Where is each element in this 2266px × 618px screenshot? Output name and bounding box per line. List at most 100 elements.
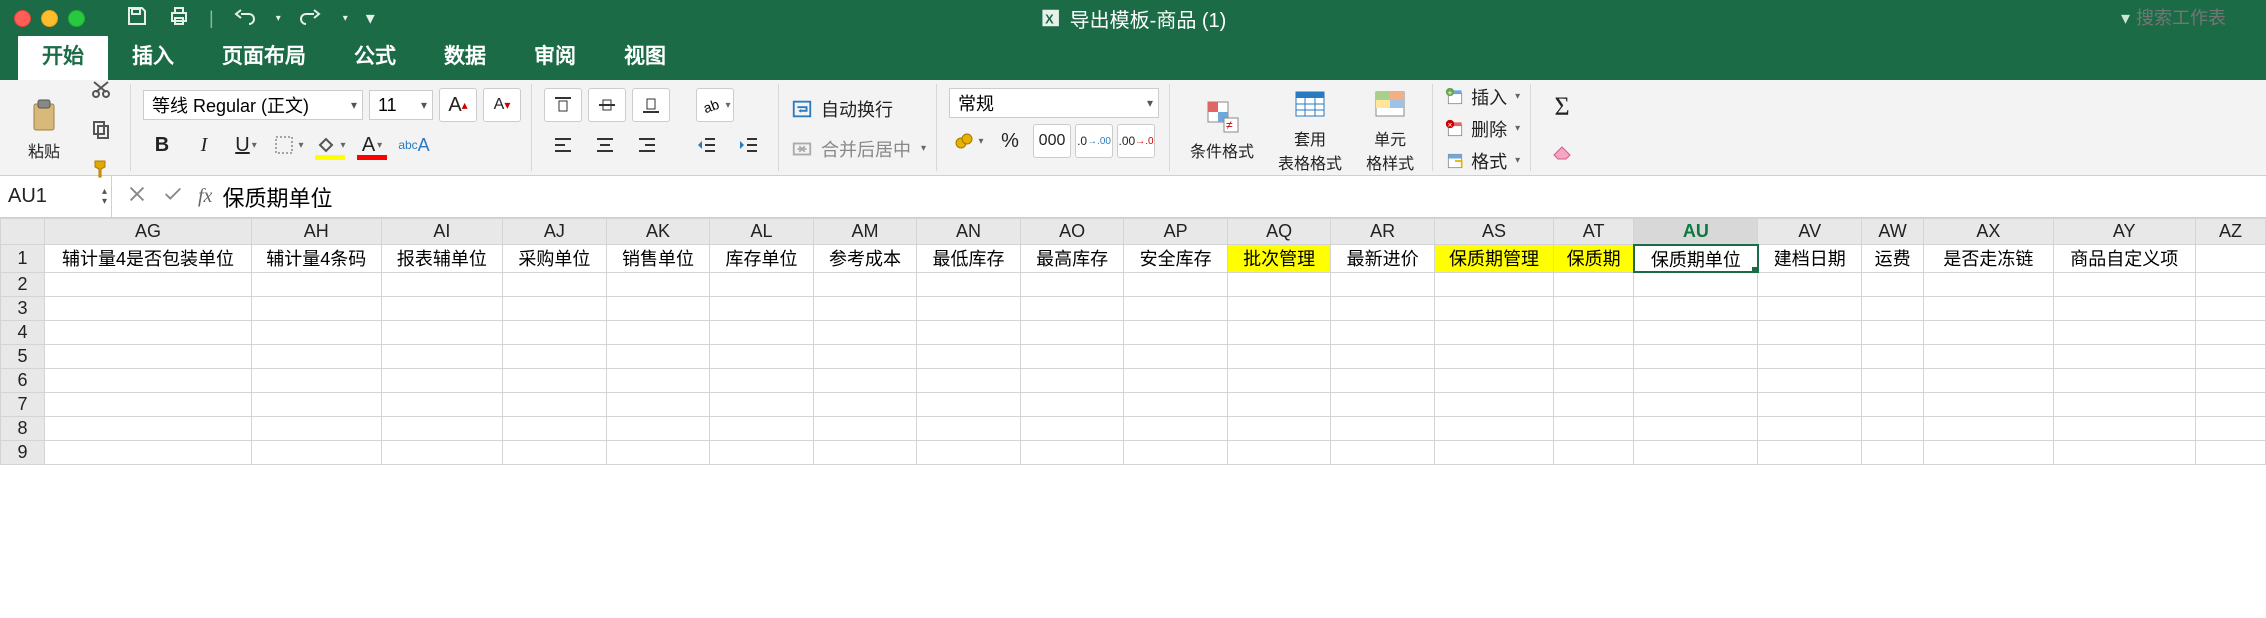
cancel-formula-button[interactable]: [126, 183, 148, 210]
cell-AQ8[interactable]: [1227, 416, 1331, 440]
tab-insert[interactable]: 插入: [108, 32, 198, 80]
cell-AK9[interactable]: [606, 440, 710, 464]
cell-AU8[interactable]: [1634, 416, 1758, 440]
cell-AN8[interactable]: [917, 416, 1021, 440]
col-header-AT[interactable]: AT: [1554, 219, 1634, 245]
tab-view[interactable]: 视图: [600, 32, 690, 80]
cell-AN1[interactable]: 最低库存: [917, 245, 1021, 273]
italic-button[interactable]: I: [185, 128, 223, 162]
cell-AZ2[interactable]: [2195, 272, 2265, 296]
cell-AL6[interactable]: [710, 368, 814, 392]
col-header-AJ[interactable]: AJ: [503, 219, 607, 245]
cell-AM1[interactable]: 参考成本: [813, 245, 917, 273]
cell-AX9[interactable]: [1924, 440, 2053, 464]
cell-AX4[interactable]: [1924, 320, 2053, 344]
cell-AI3[interactable]: [381, 296, 503, 320]
cell-AW7[interactable]: [1862, 392, 1924, 416]
cell-AT1[interactable]: 保质期: [1554, 245, 1634, 273]
cell-AV9[interactable]: [1758, 440, 1862, 464]
cell-AJ3[interactable]: [503, 296, 607, 320]
cell-AO3[interactable]: [1020, 296, 1124, 320]
cell-AR5[interactable]: [1331, 344, 1435, 368]
cell-AO4[interactable]: [1020, 320, 1124, 344]
col-header-AL[interactable]: AL: [710, 219, 814, 245]
cell-AG3[interactable]: [45, 296, 252, 320]
cell-AZ3[interactable]: [2195, 296, 2265, 320]
cell-AM2[interactable]: [813, 272, 917, 296]
cell-AG9[interactable]: [45, 440, 252, 464]
tab-page-layout[interactable]: 页面布局: [198, 32, 330, 80]
cell-AO5[interactable]: [1020, 344, 1124, 368]
row-header-9[interactable]: 9: [1, 440, 45, 464]
cell-AL1[interactable]: 库存单位: [710, 245, 814, 273]
cell-AG6[interactable]: [45, 368, 252, 392]
tab-review[interactable]: 审阅: [510, 32, 600, 80]
cell-AY1[interactable]: 商品自定义项: [2053, 245, 2195, 273]
cell-AG5[interactable]: [45, 344, 252, 368]
close-window-button[interactable]: [14, 10, 31, 27]
cell-AZ8[interactable]: [2195, 416, 2265, 440]
increase-font-button[interactable]: A▴: [439, 88, 477, 122]
cell-AY2[interactable]: [2053, 272, 2195, 296]
col-header-AQ[interactable]: AQ: [1227, 219, 1331, 245]
cell-AY4[interactable]: [2053, 320, 2195, 344]
merge-center-button[interactable]: 合并后居中 ▾: [791, 136, 926, 162]
cell-AU9[interactable]: [1634, 440, 1758, 464]
cell-AI8[interactable]: [381, 416, 503, 440]
cell-AX6[interactable]: [1924, 368, 2053, 392]
cell-AT3[interactable]: [1554, 296, 1634, 320]
cell-AU1[interactable]: 保质期单位: [1634, 245, 1758, 273]
format-as-table-button[interactable]: 套用 表格格式: [1270, 82, 1350, 176]
cell-AK2[interactable]: [606, 272, 710, 296]
cell-AM8[interactable]: [813, 416, 917, 440]
cell-AH8[interactable]: [252, 416, 381, 440]
cell-AT2[interactable]: [1554, 272, 1634, 296]
cell-AV7[interactable]: [1758, 392, 1862, 416]
cell-AV6[interactable]: [1758, 368, 1862, 392]
col-header-AI[interactable]: AI: [381, 219, 503, 245]
col-header-AH[interactable]: AH: [252, 219, 381, 245]
cell-AK4[interactable]: [606, 320, 710, 344]
cell-AZ5[interactable]: [2195, 344, 2265, 368]
row-header-7[interactable]: 7: [1, 392, 45, 416]
cell-AV5[interactable]: [1758, 344, 1862, 368]
cell-AY8[interactable]: [2053, 416, 2195, 440]
cell-AW6[interactable]: [1862, 368, 1924, 392]
cell-AW4[interactable]: [1862, 320, 1924, 344]
cell-AP4[interactable]: [1124, 320, 1228, 344]
cell-AS8[interactable]: [1434, 416, 1553, 440]
cell-AS5[interactable]: [1434, 344, 1553, 368]
format-cells-button[interactable]: 格式▾: [1445, 148, 1520, 174]
borders-button[interactable]: ▾: [269, 128, 307, 162]
cell-AL9[interactable]: [710, 440, 814, 464]
underline-button[interactable]: U▾: [227, 128, 265, 162]
cell-AL4[interactable]: [710, 320, 814, 344]
cell-AP6[interactable]: [1124, 368, 1228, 392]
cell-AO7[interactable]: [1020, 392, 1124, 416]
cell-AR8[interactable]: [1331, 416, 1435, 440]
cell-AX5[interactable]: [1924, 344, 2053, 368]
cell-AW2[interactable]: [1862, 272, 1924, 296]
cell-AJ9[interactable]: [503, 440, 607, 464]
cell-AO2[interactable]: [1020, 272, 1124, 296]
comma-style-button[interactable]: 000: [1033, 124, 1071, 158]
cell-AP7[interactable]: [1124, 392, 1228, 416]
cell-AM9[interactable]: [813, 440, 917, 464]
cell-AZ1[interactable]: [2195, 245, 2265, 273]
row-header-6[interactable]: 6: [1, 368, 45, 392]
cell-AY5[interactable]: [2053, 344, 2195, 368]
cell-AG4[interactable]: [45, 320, 252, 344]
cell-AZ6[interactable]: [2195, 368, 2265, 392]
cell-AN6[interactable]: [917, 368, 1021, 392]
font-size-select[interactable]: [369, 90, 433, 120]
formula-input[interactable]: [212, 176, 2266, 217]
name-box[interactable]: AU1 ▴▾: [0, 176, 112, 217]
cell-AO6[interactable]: [1020, 368, 1124, 392]
autosum-button[interactable]: Σ: [1543, 90, 1581, 124]
cell-AR3[interactable]: [1331, 296, 1435, 320]
cell-AK8[interactable]: [606, 416, 710, 440]
cell-AL3[interactable]: [710, 296, 814, 320]
align-left-button[interactable]: [544, 128, 582, 162]
insert-cells-button[interactable]: + 插入▾: [1445, 84, 1520, 110]
currency-button[interactable]: ▾: [949, 124, 987, 158]
